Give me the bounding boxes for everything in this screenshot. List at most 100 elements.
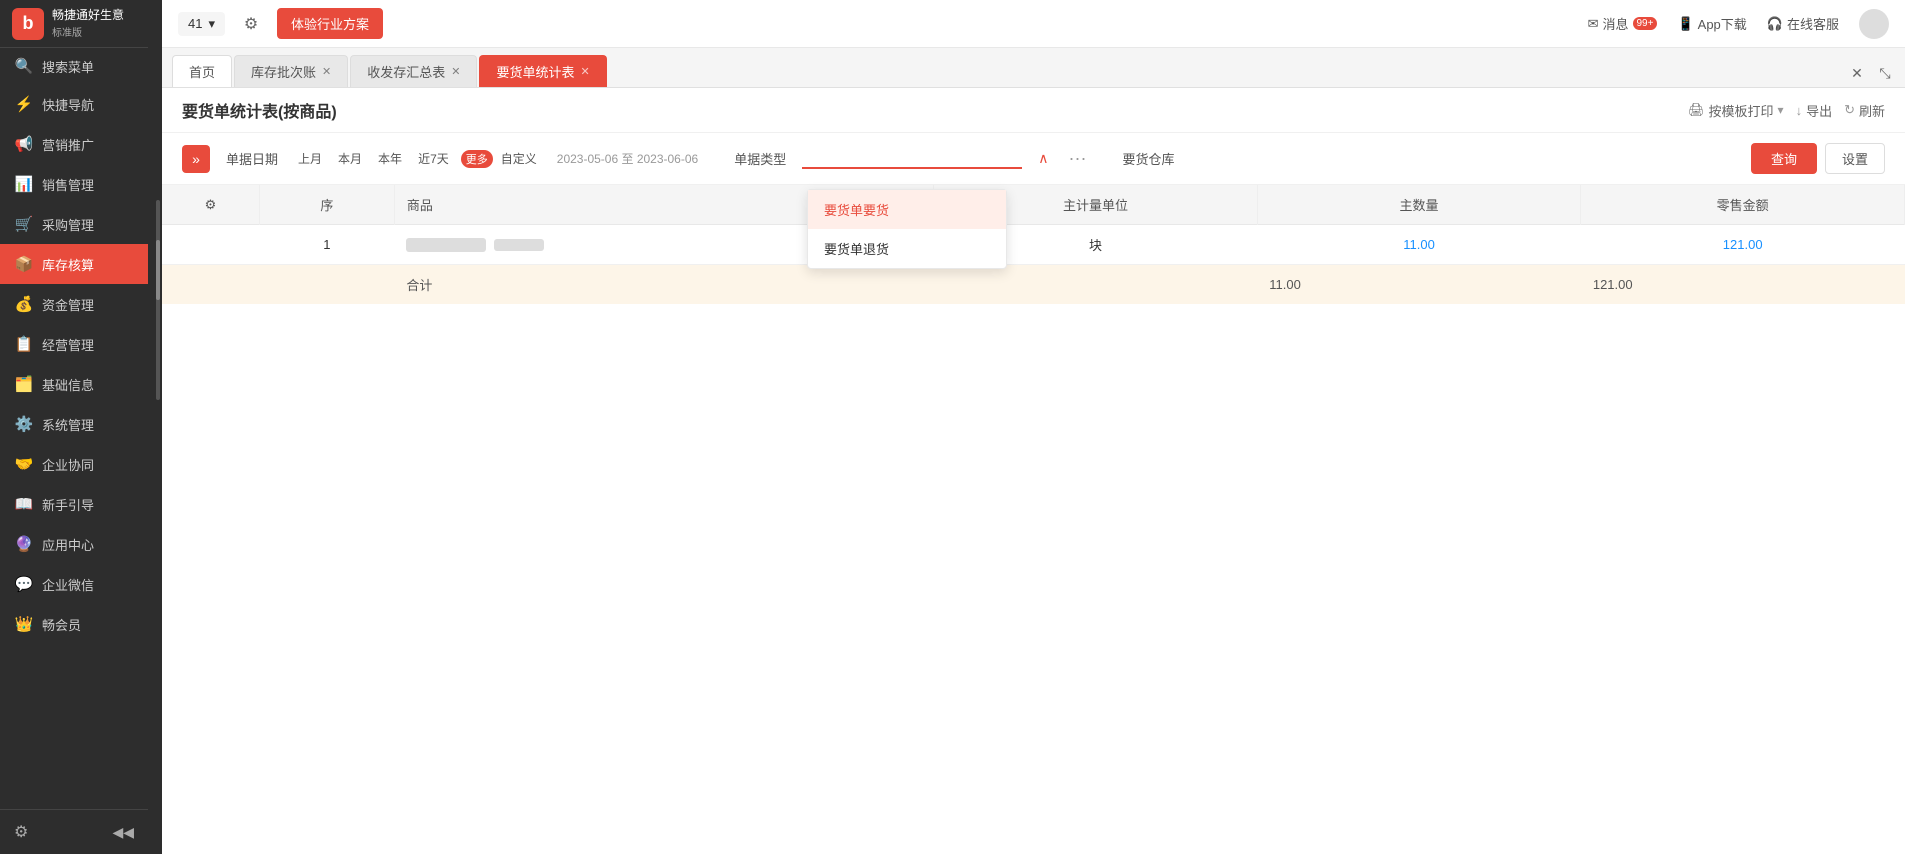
- scrollbar-thumb[interactable]: [156, 240, 160, 300]
- sidebar-item-label: 资金管理: [42, 295, 94, 314]
- store-selector[interactable]: 41 ▾: [178, 12, 225, 36]
- refresh-icon: ↻: [1844, 102, 1855, 118]
- date-filter-label: 单据日期: [226, 149, 278, 168]
- guide-icon: 📖: [14, 494, 34, 514]
- page-actions: 🖨 按模板打印 ▾ ↓ 导出 ↻ 刷新: [1688, 101, 1885, 130]
- topbar-left: 41 ▾ ⚙ 体验行业方案: [178, 8, 383, 39]
- refresh-button[interactable]: ↻ 刷新: [1844, 101, 1885, 120]
- enterprise-icon: 🤝: [14, 454, 34, 474]
- more-filter-icon[interactable]: ···: [1068, 148, 1086, 169]
- col-header-settings[interactable]: ⚙: [162, 185, 260, 225]
- this-month-btn[interactable]: 本月: [334, 148, 366, 169]
- window-controls: ✕ ⤡: [1847, 63, 1895, 87]
- sidebar-search-label: 搜索菜单: [42, 57, 94, 76]
- sidebar-item-label: 畅会员: [42, 615, 81, 634]
- footer-unit-cell: [934, 265, 1258, 305]
- export-button[interactable]: ↓ 导出: [1796, 101, 1833, 120]
- sidebar-item-quick-nav[interactable]: ⚡ 快捷导航: [0, 84, 148, 124]
- tab-close-icon[interactable]: ✕: [322, 65, 331, 78]
- last-7days-btn[interactable]: 近7天: [414, 148, 453, 169]
- message-icon: ✉: [1588, 16, 1599, 32]
- inventory-icon: 📦: [14, 254, 34, 274]
- notification-label: 消息: [1602, 14, 1628, 33]
- this-year-btn[interactable]: 本年: [374, 148, 406, 169]
- filter-settings-button[interactable]: 设置: [1825, 143, 1885, 174]
- expand-icon: »: [192, 151, 200, 167]
- marketing-icon: 📢: [14, 134, 34, 154]
- sidebar: b 畅捷通好生意 标准版 🔍 搜索菜单 ⚡ 快捷导航 📢 营销推广 📊 销售管理: [0, 0, 148, 854]
- tab-bar: 首页 库存批次账 ✕ 收发存汇总表 ✕ 要货单统计表 ✕ ✕ ⤡: [162, 48, 1905, 88]
- export-label: 导出: [1806, 101, 1832, 120]
- tab-receive-summary[interactable]: 收发存汇总表 ✕: [350, 55, 477, 87]
- tab-batch-account[interactable]: 库存批次账 ✕: [234, 55, 348, 87]
- app-center-icon: 🔮: [14, 534, 34, 554]
- sidebar-item-guide[interactable]: 📖 新手引导: [0, 484, 148, 524]
- print-button[interactable]: 🖨 按模板打印 ▾: [1688, 101, 1784, 120]
- sidebar-search[interactable]: 🔍 搜索菜单: [0, 48, 148, 84]
- sidebar-item-label: 企业协同: [42, 455, 94, 474]
- purchase-icon: 🛒: [14, 214, 34, 234]
- tab-close-icon[interactable]: ✕: [451, 65, 460, 78]
- industry-button[interactable]: 体验行业方案: [277, 8, 383, 39]
- print-label: 按模板打印: [1709, 101, 1774, 120]
- sidebar-item-purchase[interactable]: 🛒 采购管理: [0, 204, 148, 244]
- type-filter-label: 单据类型: [734, 149, 786, 168]
- footer-total-label: 合计: [394, 265, 933, 305]
- print-dropdown-icon: ▾: [1778, 103, 1784, 117]
- amount-link[interactable]: 121.00: [1723, 237, 1763, 252]
- expand-window-button[interactable]: ⤡: [1875, 63, 1895, 83]
- type-filter-input[interactable]: [802, 148, 1022, 169]
- sidebar-item-wechat[interactable]: 💬 企业微信: [0, 564, 148, 604]
- finance-icon: 💰: [14, 294, 34, 314]
- phone-icon: 📱: [1677, 16, 1693, 32]
- table-area: ⚙ 序 商品 主计量单位 主数量 零售金额: [162, 185, 1905, 854]
- sidebar-item-label: 基础信息: [42, 375, 94, 394]
- member-icon: 👑: [14, 614, 34, 634]
- online-service-icon[interactable]: 🎧 在线客服: [1767, 14, 1839, 33]
- sidebar-item-basic[interactable]: 🗂️ 基础信息: [0, 364, 148, 404]
- store-name: 41: [188, 16, 202, 31]
- user-avatar[interactable]: [1859, 9, 1889, 39]
- sidebar-item-label: 系统管理: [42, 415, 94, 434]
- sidebar-item-inventory[interactable]: 📦 库存核算: [0, 244, 148, 284]
- brand-sub: 标准版: [52, 24, 124, 39]
- dropdown-item-return[interactable]: 要货单退货: [808, 229, 1006, 268]
- sidebar-collapse-icon[interactable]: ◀◀: [112, 824, 134, 841]
- tab-home[interactable]: 首页: [172, 55, 232, 87]
- page-header: 要货单统计表(按商品) 🖨 按模板打印 ▾ ↓ 导出 ↻ 刷新: [162, 88, 1905, 133]
- footer-empty-1: [162, 265, 260, 305]
- sidebar-item-finance[interactable]: 💰 资金管理: [0, 284, 148, 324]
- sidebar-item-member[interactable]: 👑 畅会员: [0, 604, 148, 644]
- sidebar-item-enterprise[interactable]: 🤝 企业协同: [0, 444, 148, 484]
- sidebar-item-sales[interactable]: 📊 销售管理: [0, 164, 148, 204]
- filter-expand-button[interactable]: »: [182, 145, 210, 173]
- search-icon: 🔍: [14, 56, 34, 76]
- sidebar-item-marketing[interactable]: 📢 营销推广: [0, 124, 148, 164]
- sidebar-item-label: 应用中心: [42, 535, 94, 554]
- query-button[interactable]: 查询: [1751, 143, 1817, 174]
- tab-close-icon[interactable]: ✕: [581, 65, 590, 78]
- tab-requisition-summary[interactable]: 要货单统计表 ✕: [479, 55, 606, 87]
- sidebar-item-system[interactable]: ⚙️ 系统管理: [0, 404, 148, 444]
- tab-requisition-label: 要货单统计表: [496, 62, 574, 81]
- qty-link[interactable]: 11.00: [1403, 237, 1435, 252]
- quick-nav-icon: ⚡: [14, 94, 34, 114]
- type-dropdown-arrow-icon[interactable]: ∧: [1038, 150, 1048, 167]
- dropdown-item-requisition[interactable]: 要货单要货: [808, 190, 1006, 229]
- system-icon: ⚙️: [14, 414, 34, 434]
- table-row: 1 块 11.00 121.00: [162, 225, 1905, 265]
- sidebar-item-app-center[interactable]: 🔮 应用中心: [0, 524, 148, 564]
- refresh-label: 刷新: [1859, 101, 1885, 120]
- notification-icon[interactable]: ✉ 消息 99+: [1588, 14, 1658, 33]
- date-range-display: 2023-05-06 至 2023-06-06: [557, 150, 698, 167]
- last-month-btn[interactable]: 上月: [294, 148, 326, 169]
- sidebar-settings-icon[interactable]: ⚙: [14, 822, 28, 842]
- custom-date-btn[interactable]: 自定义: [501, 150, 537, 167]
- more-dates-badge[interactable]: 更多: [461, 150, 493, 168]
- sidebar-item-label: 营销推广: [42, 135, 94, 154]
- settings-gear-icon[interactable]: ⚙: [237, 10, 265, 38]
- app-download-icon[interactable]: 📱 App下载: [1677, 14, 1746, 33]
- sidebar-item-operation[interactable]: 📋 经营管理: [0, 324, 148, 364]
- sales-icon: 📊: [14, 174, 34, 194]
- close-window-button[interactable]: ✕: [1847, 63, 1867, 83]
